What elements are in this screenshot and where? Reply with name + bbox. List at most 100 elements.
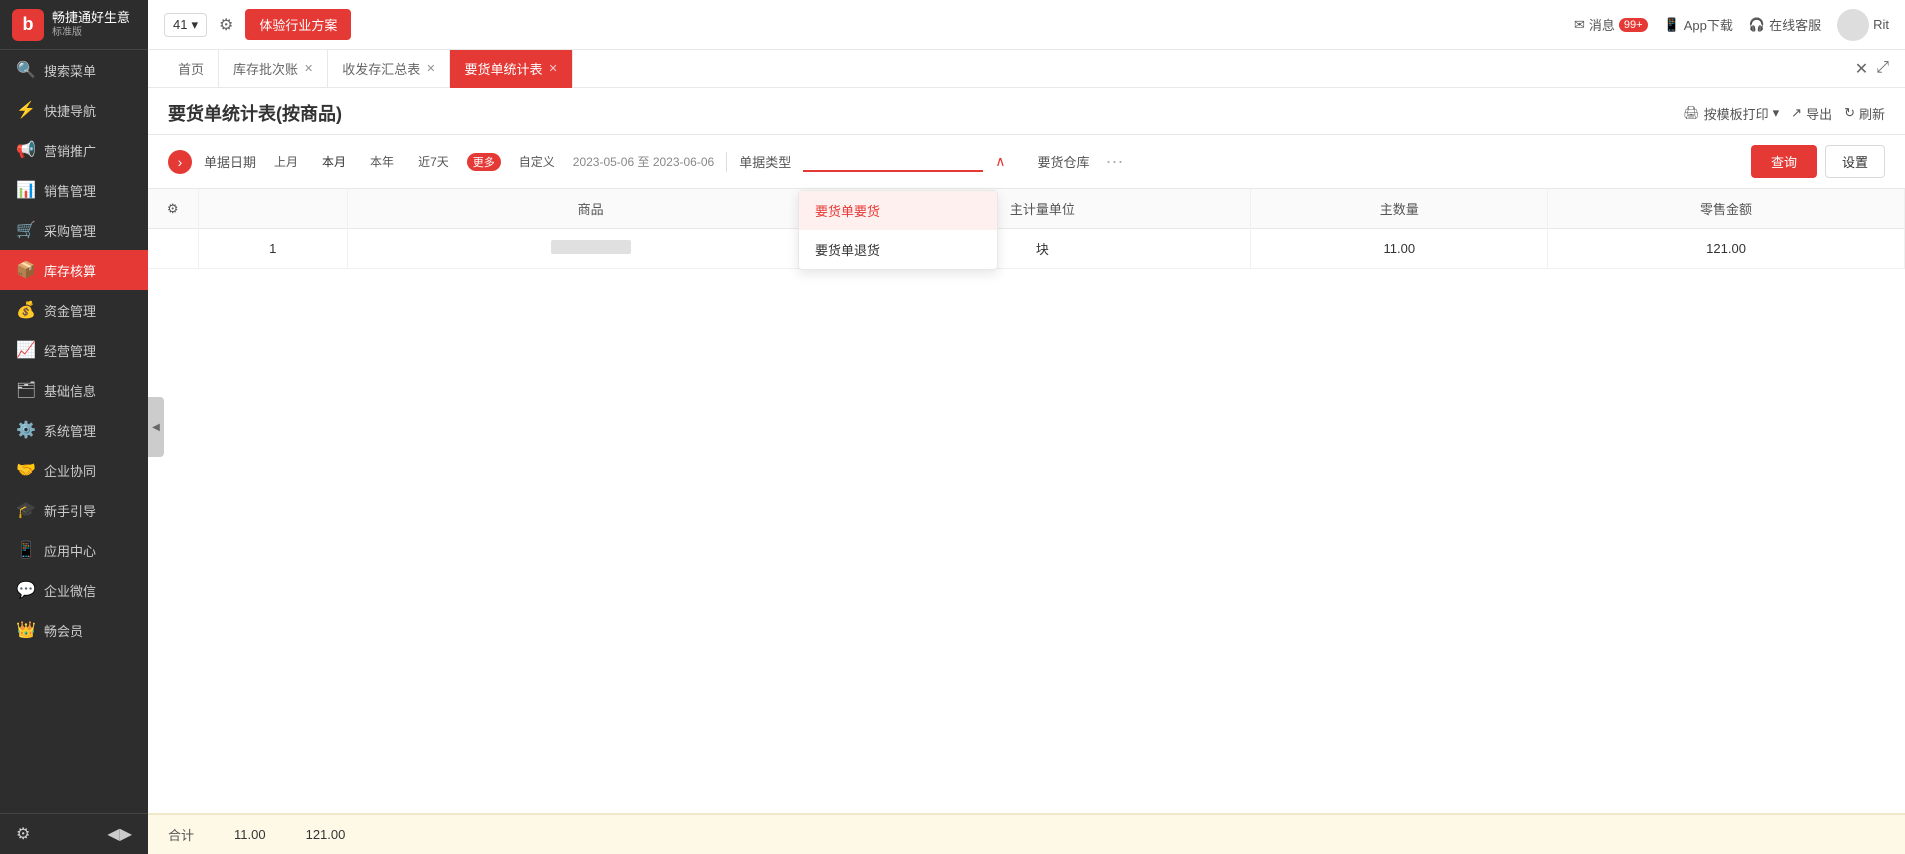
sidebar-item-collab[interactable]: 🤝企业协同 [0, 450, 148, 490]
chevron-down-icon: ▾ [191, 17, 198, 33]
settings-icon[interactable]: ⚙ [16, 824, 30, 844]
tab-batch[interactable]: 库存批次账 ✕ [219, 50, 328, 88]
online-service-button[interactable]: 🎧 在线客服 [1749, 15, 1821, 34]
user-avatar [1837, 9, 1869, 41]
sidebar-item-inventory[interactable]: 📦库存核算 [0, 250, 148, 290]
sidebar-label-sales: 销售管理 [44, 181, 96, 200]
product-name-placeholder [551, 240, 631, 254]
collapse-icon[interactable]: ◀▶ [107, 824, 132, 844]
logo-icon: b [12, 9, 44, 41]
col-quantity: 主数量 [1251, 189, 1548, 229]
sidebar-item-wechat[interactable]: 💬企业微信 [0, 570, 148, 610]
sidebar-item-apps[interactable]: 📱应用中心 [0, 530, 148, 570]
export-icon: ↗ [1791, 105, 1802, 121]
sidebar-icon-wechat: 💬 [16, 580, 36, 600]
col-settings-icon[interactable]: ⚙ [148, 189, 198, 229]
row-checkbox-cell[interactable] [148, 229, 198, 269]
tab-collection[interactable]: 收发存汇总表 ✕ [328, 50, 450, 88]
sidebar-icon-base: 🗂 [16, 380, 36, 400]
sidebar-item-system[interactable]: ⚙️系统管理 [0, 410, 148, 450]
sidebar-icon-inventory: 📦 [16, 260, 36, 280]
date-btn-this-year[interactable]: 本年 [364, 150, 400, 173]
type-filter-input[interactable] [803, 151, 983, 172]
topbar-right: ✉ 消息 99+ 📱 App下载 🎧 在线客服 Rit [1574, 9, 1889, 41]
tab-collection-close[interactable]: ✕ [426, 62, 435, 75]
tab-order-stats-label: 要货单统计表 [464, 59, 542, 78]
date-btn-last-month[interactable]: 上月 [268, 150, 304, 173]
export-label: 导出 [1806, 104, 1832, 123]
sidebar-item-finance[interactable]: 💰资金管理 [0, 290, 148, 330]
tab-order-stats[interactable]: 要货单统计表 ✕ [450, 50, 572, 88]
message-badge: 99+ [1619, 18, 1648, 32]
print-template-label: 按模板打印 [1704, 104, 1769, 123]
sidebar-item-search[interactable]: 🔍搜索菜单 [0, 50, 148, 90]
tabs-bar: 首页 库存批次账 ✕ 收发存汇总表 ✕ 要货单统计表 ✕ ✕ ⤢ [148, 50, 1905, 88]
trial-industry-button[interactable]: 体验行业方案 [245, 9, 351, 40]
app-download-button[interactable]: 📱 App下载 [1664, 15, 1733, 34]
date-btn-last7[interactable]: 近7天 [412, 150, 455, 173]
sidebar: b 畅捷通好生意 标准版 🔍搜索菜单⚡快捷导航📢营销推广📊销售管理 🛒 采购管理 📦库… [0, 0, 148, 854]
date-more-badge[interactable]: 更多 [467, 153, 501, 171]
store-selector[interactable]: 41 ▾ [164, 13, 207, 37]
column-settings-icon[interactable]: ⚙ [167, 201, 179, 216]
sidebar-logo: b 畅捷通好生意 标准版 [0, 0, 148, 50]
sidebar-item-sales[interactable]: 📊销售管理 [0, 170, 148, 210]
warehouse-filter-label: 要货仓库 [1037, 152, 1089, 171]
sidebar-item-purchase[interactable]: 🛒 采购管理 [0, 210, 148, 250]
warehouse-more-button[interactable]: ··· [1105, 151, 1123, 172]
sidebar-item-quicknav[interactable]: ⚡快捷导航 [0, 90, 148, 130]
type-dropdown: 要货单要货 要货单退货 [798, 190, 998, 270]
print-template-button[interactable]: 🖨 按模板打印 ▾ [1683, 104, 1779, 123]
print-icon: 🖨 [1683, 105, 1700, 121]
filter-expand-button[interactable]: › [168, 150, 192, 174]
sidebar-icon-collab: 🤝 [16, 460, 36, 480]
dropdown-item-order-goods[interactable]: 要货单要货 [799, 191, 997, 230]
col-product: 商品 [347, 189, 834, 229]
dropdown-item-order-return[interactable]: 要货单退货 [799, 230, 997, 269]
sidebar-icon-finance: 💰 [16, 300, 36, 320]
row-quantity-cell: 11.00 [1251, 229, 1548, 269]
sidebar-item-guide[interactable]: 🎓新手引导 [0, 490, 148, 530]
message-button[interactable]: ✉ 消息 99+ [1574, 15, 1648, 34]
query-button[interactable]: 查询 [1751, 145, 1817, 178]
app-download-label: App下载 [1684, 15, 1733, 34]
tab-batch-label: 库存批次账 [233, 59, 298, 78]
tab-order-stats-close[interactable]: ✕ [549, 62, 558, 75]
table-row: 1 块 11.00 121.00 [148, 229, 1905, 269]
sidebar-item-marketing[interactable]: 📢营销推广 [0, 130, 148, 170]
sidebar-item-base[interactable]: 🗂基础信息 [0, 370, 148, 410]
sidebar-collapse-strip[interactable]: ◀ [148, 397, 164, 457]
filter-settings-button[interactable]: 设置 [1825, 145, 1885, 178]
tab-home[interactable]: 首页 [164, 50, 219, 88]
filter-divider [726, 152, 727, 172]
window-expand-icon[interactable]: ⤢ [1876, 59, 1889, 79]
footer-amount-value: 121.00 [306, 827, 346, 842]
tab-batch-close[interactable]: ✕ [304, 62, 313, 75]
sidebar-item-operations[interactable]: 📈经营管理 [0, 330, 148, 370]
table-footer: 合计 11.00 121.00 [148, 813, 1905, 854]
tab-home-label: 首页 [178, 59, 204, 78]
date-btn-this-month[interactable]: 本月 [316, 150, 352, 173]
sidebar-label-quicknav: 快捷导航 [44, 101, 96, 120]
user-avatar-area[interactable]: Rit [1837, 9, 1889, 41]
window-restore-icon[interactable]: ✕ [1855, 59, 1868, 79]
footer-total-label: 合计 [168, 825, 194, 844]
col-amount: 零售金额 [1548, 189, 1905, 229]
row-seq-cell: 1 [198, 229, 347, 269]
row-product-cell [347, 229, 834, 269]
sidebar-item-member[interactable]: 👑畅会员 [0, 610, 148, 650]
sidebar-icon-guide: 🎓 [16, 500, 36, 520]
sidebar-icon-operations: 📈 [16, 340, 36, 360]
date-custom-btn[interactable]: 自定义 [513, 150, 561, 173]
type-filter-chevron[interactable]: ∧ [995, 153, 1005, 170]
date-filter-label: 单据日期 [204, 152, 256, 171]
table-header-row: ⚙ 商品 主计量单位 主数量 零售金额 [148, 189, 1905, 229]
sidebar-icon-marketing: 📢 [16, 140, 36, 160]
export-button[interactable]: ↗ 导出 [1791, 104, 1832, 123]
message-icon: ✉ [1574, 17, 1585, 33]
topbar-gear-button[interactable]: ⚙ [219, 15, 233, 35]
refresh-button[interactable]: ↻ 刷新 [1844, 104, 1885, 123]
data-table: ⚙ 商品 主计量单位 主数量 零售金额 1 [148, 189, 1905, 269]
sidebar-label-purchase: 采购管理 [44, 221, 96, 240]
sidebar-icon-purchase: 🛒 [16, 220, 36, 240]
